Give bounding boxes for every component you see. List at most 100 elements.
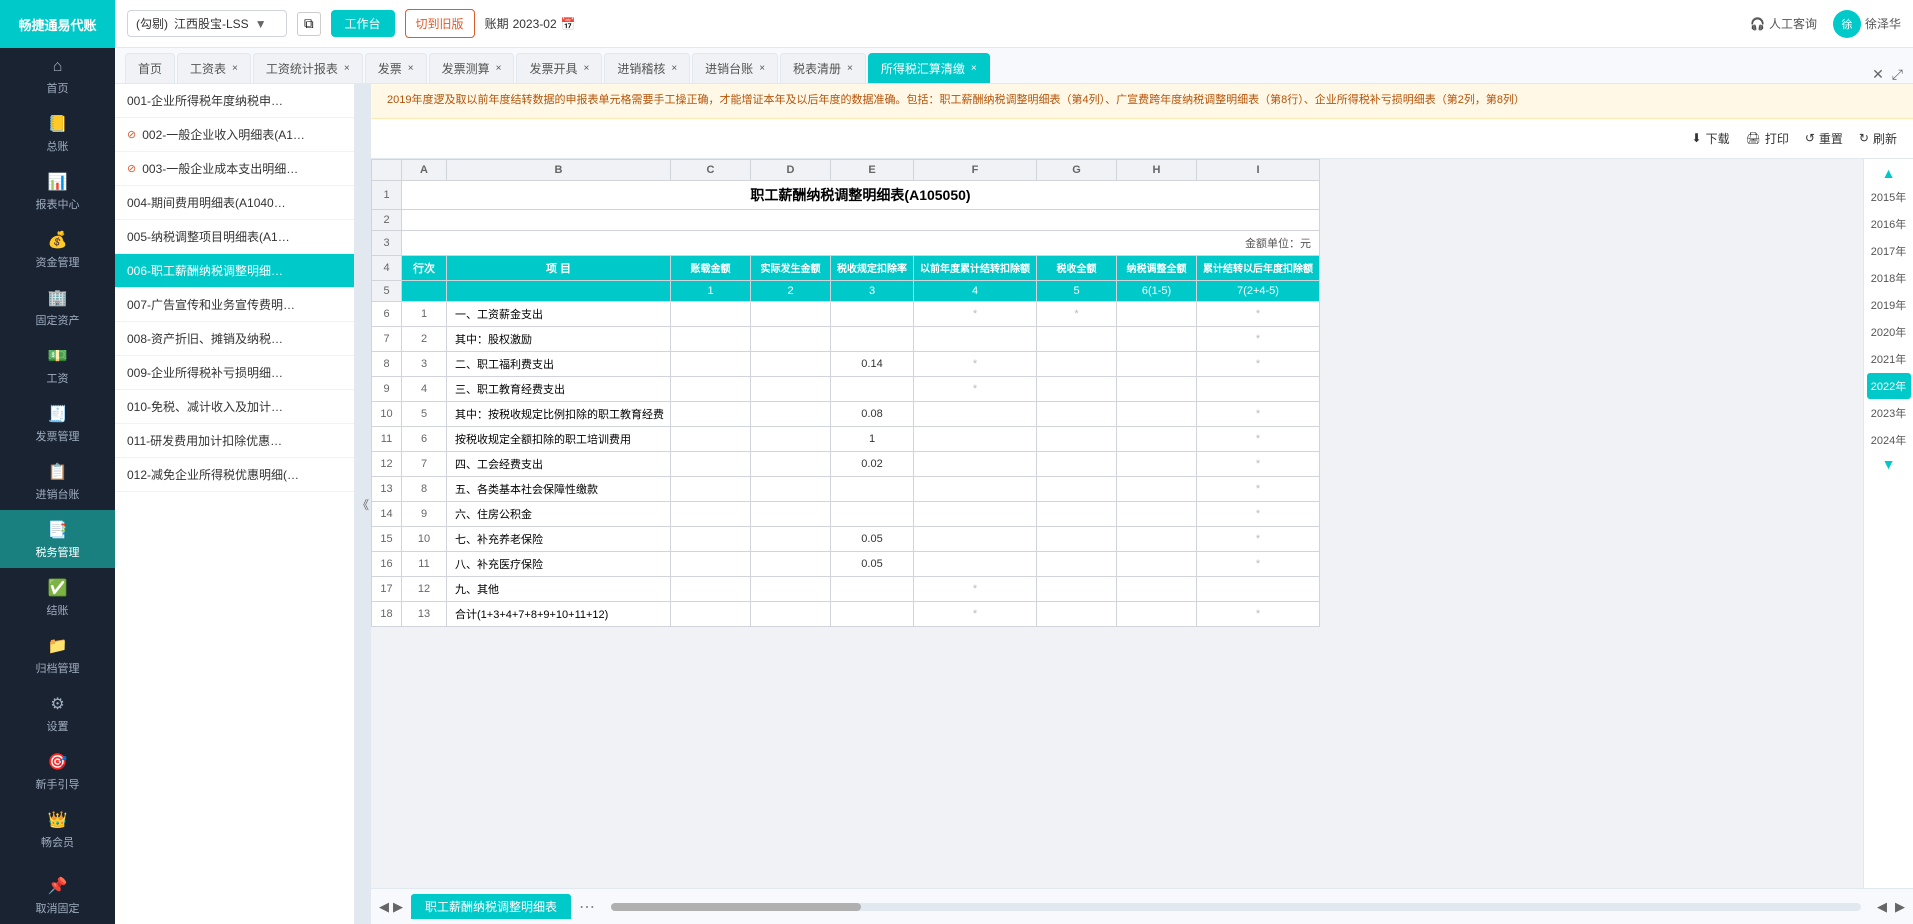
row-col1[interactable] [671,526,751,551]
row-col3[interactable] [831,326,914,351]
row-col2[interactable] [751,301,831,326]
sheet-next-button[interactable]: ▶ [393,899,403,915]
row-col4[interactable] [914,551,1037,576]
row-col4[interactable] [914,426,1037,451]
row-col2[interactable] [751,451,831,476]
year-item-2021[interactable]: 2021年 [1867,346,1911,372]
left-panel-item-008[interactable]: 008-资产折旧、摊销及纳税… [115,322,354,356]
row-col4[interactable] [914,501,1037,526]
row-col1[interactable] [671,601,751,626]
row-col4[interactable]: * [914,376,1037,401]
row-col7[interactable]: * [1197,501,1320,526]
row-col2[interactable] [751,426,831,451]
tab-7[interactable]: 进销台账× [692,53,778,83]
row-col3[interactable] [831,376,914,401]
row-col4[interactable] [914,451,1037,476]
row-col1[interactable] [671,401,751,426]
tab-6[interactable]: 进销稽核× [604,53,690,83]
row-col7[interactable]: * [1197,351,1320,376]
reset-button[interactable]: ↺ 重置 [1805,130,1843,147]
sidebar-item-archive[interactable]: 📁 归档管理 [0,626,115,684]
tab-8[interactable]: 税表清册× [780,53,866,83]
row-col5[interactable] [1037,576,1117,601]
company-selector[interactable]: (勾剔) 江西股宝-LSS ▼ [127,10,287,37]
row-col7[interactable]: * [1197,476,1320,501]
sidebar-item-close[interactable]: ✅ 结账 [0,568,115,626]
row-col3[interactable]: 0.05 [831,551,914,576]
row-col6[interactable] [1117,451,1197,476]
row-col5[interactable] [1037,526,1117,551]
row-col3[interactable] [831,601,914,626]
year-item-2024[interactable]: 2024年 [1867,427,1911,453]
left-panel-item-001[interactable]: 001-企业所得税年度纳税申… [115,84,354,118]
close-tab-button[interactable]: ✕ [1872,66,1884,83]
row-col6[interactable] [1117,376,1197,401]
row-col4[interactable]: * [914,601,1037,626]
row-col1[interactable] [671,476,751,501]
row-col2[interactable] [751,526,831,551]
tab-3[interactable]: 发票× [365,53,427,83]
sheet-tab[interactable]: 职工薪酬纳税调整明细表 [411,894,571,919]
row-col2[interactable] [751,401,831,426]
row-col2[interactable] [751,476,831,501]
row-col1[interactable] [671,376,751,401]
row-col5[interactable] [1037,551,1117,576]
tab-0[interactable]: 首页 [125,53,175,83]
tab-2[interactable]: 工资统计报表× [253,53,363,83]
row-col6[interactable] [1117,551,1197,576]
row-col1[interactable] [671,501,751,526]
sidebar-item-assets[interactable]: 🏢 固定资产 [0,278,115,336]
row-col6[interactable] [1117,301,1197,326]
scroll-left-button[interactable]: ◀ [1877,899,1887,915]
tab-close-icon[interactable]: × [759,63,765,74]
sidebar-item-tax[interactable]: 📑 税务管理 [0,510,115,568]
sidebar-item-ledger[interactable]: 📒 总账 [0,104,115,162]
left-panel-item-005[interactable]: 005-纳税调整项目明细表(A1… [115,220,354,254]
row-col4[interactable] [914,401,1037,426]
tab-close-icon[interactable]: × [671,63,677,74]
sidebar-item-salary[interactable]: 💵 工资 [0,336,115,394]
left-panel-item-004[interactable]: 004-期间费用明细表(A1040… [115,186,354,220]
copy-icon[interactable]: ⧉ [297,12,321,36]
row-col6[interactable] [1117,576,1197,601]
row-col5[interactable]: * [1037,301,1117,326]
print-button[interactable]: 🖨 打印 [1746,130,1789,147]
row-col2[interactable] [751,551,831,576]
row-col1[interactable] [671,326,751,351]
user-menu[interactable]: 徐 徐泽华 [1833,10,1901,38]
row-col1[interactable] [671,351,751,376]
row-col3[interactable] [831,501,914,526]
year-item-2020[interactable]: 2020年 [1867,319,1911,345]
year-nav-down[interactable]: ▼ [1880,454,1898,474]
row-col6[interactable] [1117,476,1197,501]
year-item-2022[interactable]: 2022年 [1867,373,1911,399]
sidebar-item-cancel-fixed[interactable]: 📌 取消固定 [0,866,115,924]
sidebar-item-home[interactable]: ⌂ 首页 [0,48,115,104]
row-col6[interactable] [1117,601,1197,626]
year-item-2019[interactable]: 2019年 [1867,292,1911,318]
year-item-2016[interactable]: 2016年 [1867,211,1911,237]
collapse-panel-button[interactable]: 《 [355,84,371,924]
row-col4[interactable] [914,476,1037,501]
tab-close-icon[interactable]: × [496,63,502,74]
row-col3[interactable]: 0.02 [831,451,914,476]
tab-9[interactable]: 所得税汇算清缴× [868,53,990,83]
row-col5[interactable] [1037,476,1117,501]
tab-1[interactable]: 工资表× [177,53,251,83]
row-col7[interactable]: * [1197,526,1320,551]
tab-close-icon[interactable]: × [847,63,853,74]
row-col6[interactable] [1117,401,1197,426]
download-button[interactable]: ⬇ 下载 [1692,130,1730,147]
sidebar-item-invoice[interactable]: 🧾 发票管理 [0,394,115,452]
row-col4[interactable] [914,526,1037,551]
row-col6[interactable] [1117,326,1197,351]
sidebar-item-purchase[interactable]: 📋 进销台账 [0,452,115,510]
tab-close-icon[interactable]: × [583,63,589,74]
sidebar-item-member[interactable]: 👑 畅会员 [0,800,115,858]
row-col5[interactable] [1037,326,1117,351]
row-col7[interactable]: * [1197,451,1320,476]
row-col3[interactable]: 0.14 [831,351,914,376]
row-col5[interactable] [1037,401,1117,426]
left-panel-item-007[interactable]: 007-广告宣传和业务宣传费明… [115,288,354,322]
row-col2[interactable] [751,501,831,526]
